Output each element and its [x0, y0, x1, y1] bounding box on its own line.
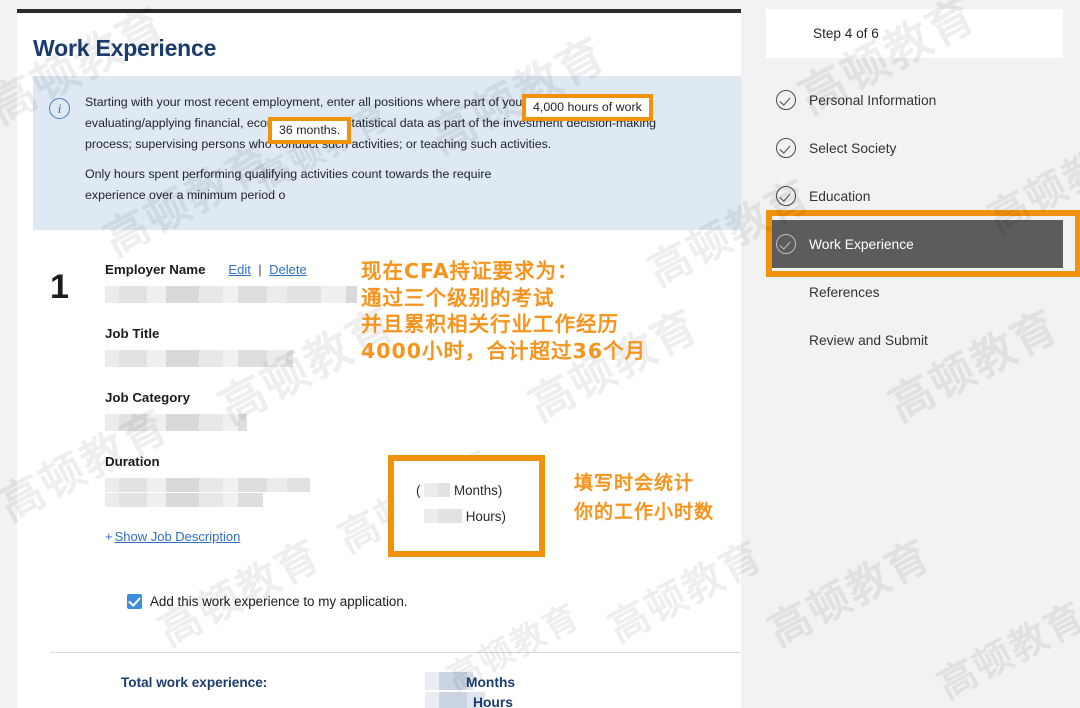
- info-banner-text-prefix: Only hours spent performing qualifying a…: [85, 167, 491, 181]
- job-title-value-redacted: [105, 350, 293, 367]
- sidebar-item-label: Review and Submit: [809, 333, 928, 348]
- annotation-cfa-requirements: 现在CFA持证要求为： 通过三个级别的考试 并且累积相关行业工作经历 4000小…: [361, 258, 646, 364]
- summary-hours-line: Hours): [424, 509, 506, 524]
- summary-months-value-redacted: [424, 483, 450, 497]
- sidebar-step-list: Personal Information Select Society Educ…: [766, 76, 1063, 364]
- summary-hours-value-redacted: [424, 509, 462, 523]
- check-circle-icon: [776, 138, 796, 158]
- show-job-description-link[interactable]: Show Job Description: [115, 529, 241, 544]
- info-banner-paragraph-2: Only hours spent performing qualifying a…: [85, 164, 685, 206]
- step-indicator-box: Step 4 of 6: [766, 9, 1063, 58]
- highlight-36-months-text: 36 months.: [268, 117, 351, 144]
- check-circle-icon: [776, 234, 796, 254]
- page-title: Work Experience: [33, 35, 216, 62]
- total-months-unit: Months: [466, 675, 515, 690]
- sidebar-item-label: Work Experience: [809, 237, 914, 252]
- job-category-value-redacted: [105, 414, 247, 431]
- sidebar-item-label: Select Society: [809, 141, 896, 156]
- annotation-hours-tally: 填写时会统计 你的工作小时数: [574, 469, 714, 527]
- total-hours-unit: Hours: [473, 695, 513, 708]
- info-banner-text-middle: experience over a minimum period o: [85, 188, 285, 202]
- duration-value-redacted-line-1: [105, 478, 310, 492]
- sidebar-item-label: Education: [809, 189, 870, 204]
- employer-name-label: Employer Name: [105, 262, 206, 277]
- sidebar-item-references[interactable]: References: [766, 268, 1063, 316]
- add-work-experience-checkbox-label: Add this work experience to my applicati…: [150, 594, 408, 609]
- summary-hours-unit: Hours): [466, 509, 506, 524]
- progress-sidebar: Step 4 of 6 Personal Information Select …: [755, 0, 1080, 708]
- step-indicator-label: Step 4 of 6: [813, 26, 879, 41]
- entry-number: 1: [50, 268, 69, 307]
- highlight-36-months: 36 months.: [268, 117, 351, 144]
- highlight-4000-hours-text: 4,000 hours of work: [522, 94, 653, 121]
- total-work-experience-label: Total work experience:: [121, 675, 267, 690]
- plus-icon: +: [105, 529, 113, 544]
- checkbox-checked-icon[interactable]: [127, 594, 142, 609]
- job-category-label: Job Category: [105, 390, 190, 405]
- screenshot-root: Work Experience i Starting with your mos…: [0, 0, 1080, 708]
- check-circle-icon: [776, 186, 796, 206]
- sidebar-item-personal-information[interactable]: Personal Information: [766, 76, 1063, 124]
- add-work-experience-checkbox-row[interactable]: Add this work experience to my applicati…: [127, 594, 408, 609]
- edit-link[interactable]: Edit: [228, 262, 250, 277]
- sidebar-item-label: References: [809, 285, 880, 300]
- check-circle-icon: [776, 90, 796, 110]
- sidebar-item-work-experience[interactable]: Work Experience: [766, 220, 1063, 268]
- sidebar-item-education[interactable]: Education: [766, 172, 1063, 220]
- link-separator: |: [258, 262, 261, 277]
- delete-link[interactable]: Delete: [269, 262, 307, 277]
- summary-months-unit: Months): [454, 483, 502, 498]
- highlight-4000-hours: 4,000 hours of work: [522, 94, 653, 121]
- job-category-row: Job Category: [105, 389, 525, 407]
- qualifying-hours-summary-box: ( Months) Hours): [388, 455, 545, 557]
- job-title-label: Job Title: [105, 326, 159, 341]
- sidebar-item-label: Personal Information: [809, 93, 936, 108]
- duration-label: Duration: [105, 454, 160, 469]
- summary-months-line: ( Months): [416, 483, 502, 498]
- sidebar-item-review-and-submit[interactable]: Review and Submit: [766, 316, 1063, 364]
- duration-value-redacted-line-2: [105, 493, 263, 507]
- employer-name-value-redacted: [105, 286, 357, 303]
- info-circle-icon: i: [49, 98, 70, 119]
- section-divider: [50, 652, 740, 653]
- sidebar-item-select-society[interactable]: Select Society: [766, 124, 1063, 172]
